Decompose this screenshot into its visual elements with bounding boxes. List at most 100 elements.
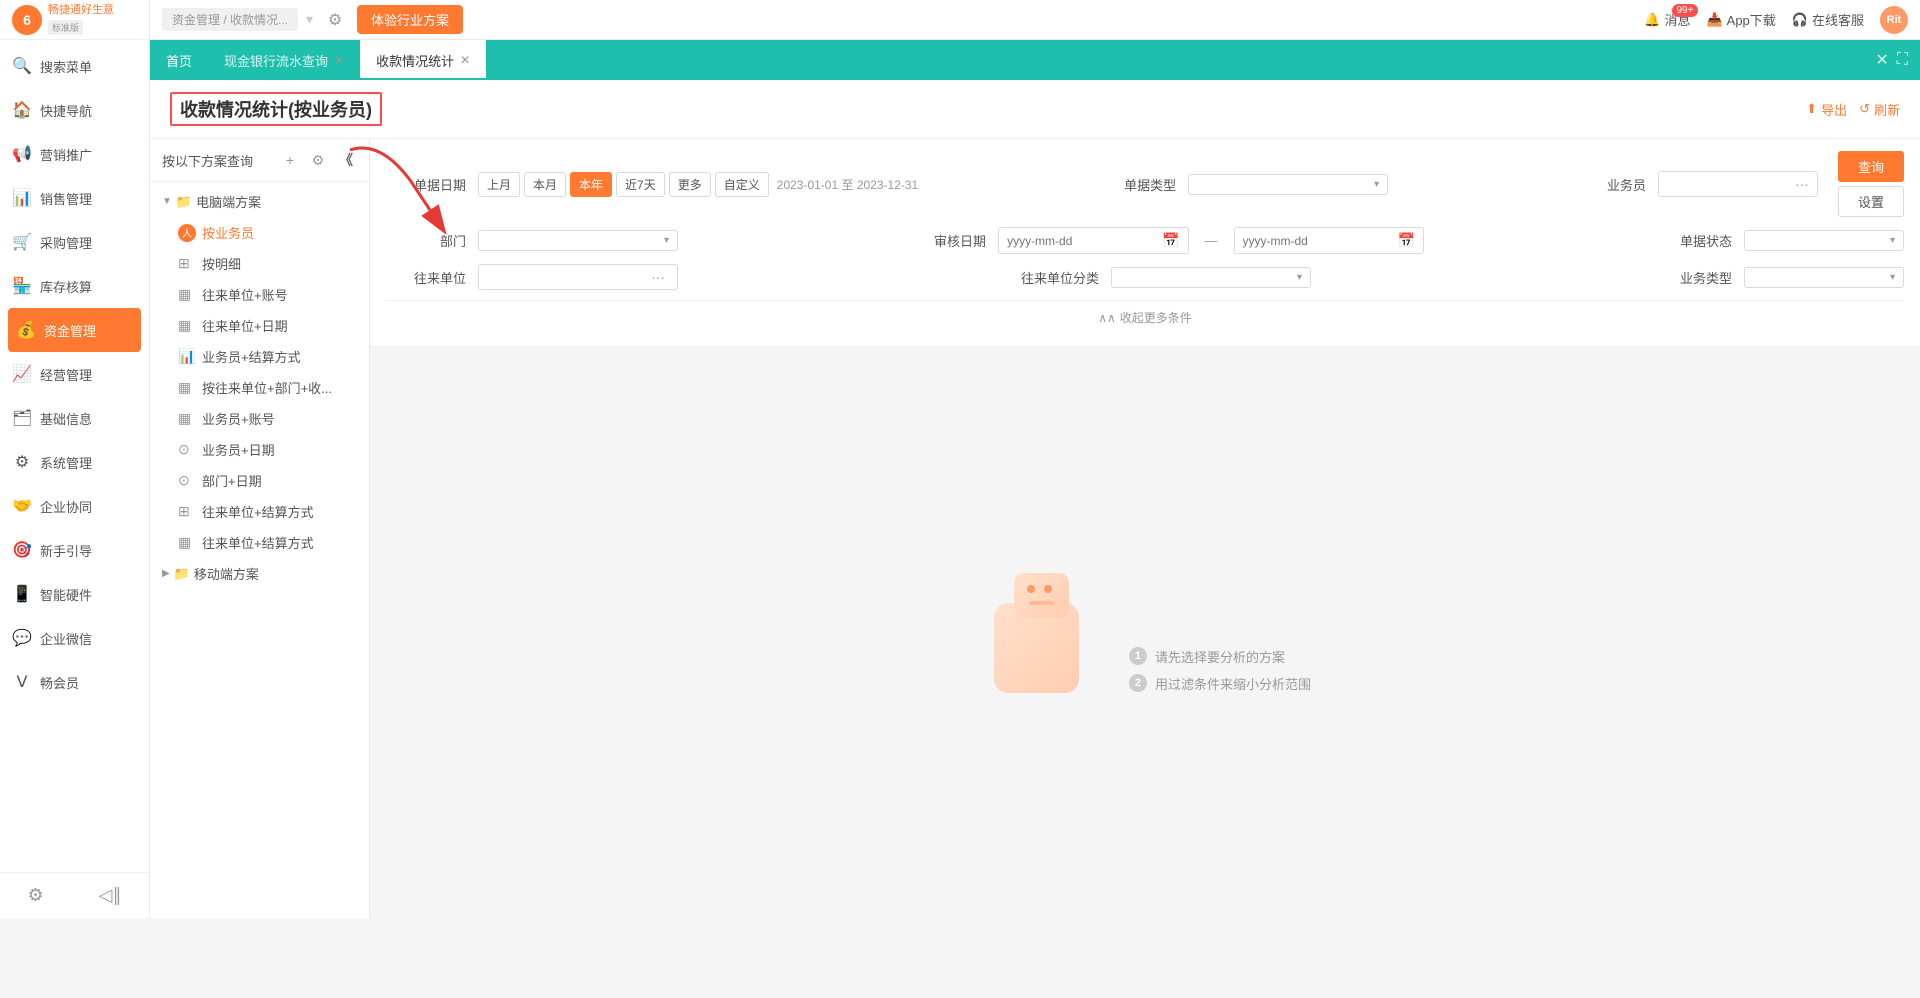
sidebar-item-search[interactable]: 🔍 搜索菜单 — [0, 44, 149, 88]
scheme-setting-button[interactable]: ⚙ — [307, 149, 329, 171]
tip-num-2: 2 — [1129, 674, 1147, 692]
salesperson-select[interactable]: ··· — [1658, 171, 1818, 197]
trial-button[interactable]: 体验行业方案 — [357, 5, 463, 34]
dept-select[interactable]: ▾ — [478, 230, 678, 251]
scheme-item-by-salesperson[interactable]: 人 按业务员 — [150, 217, 369, 248]
collapse-sidebar-icon[interactable]: ◁∥ — [91, 881, 130, 910]
app-edition: 标准版 — [48, 20, 83, 35]
review-date-label: 审核日期 — [906, 231, 986, 250]
logo-area: 6 畅捷通好生意 标准版 — [0, 0, 149, 40]
date-label: 单据日期 — [386, 175, 466, 194]
robot-head — [1014, 573, 1069, 618]
user-avatar[interactable]: Rit — [1880, 6, 1908, 34]
enterprise-icon: 🤝 — [12, 496, 32, 516]
refresh-button[interactable]: ↺ 刷新 — [1859, 100, 1900, 119]
doc-status-label: 单据状态 — [1652, 231, 1732, 250]
sidebar-item-enterprise[interactable]: 🤝 企业协同 — [0, 484, 149, 528]
settings-gear-icon[interactable]: ⚙ — [20, 881, 52, 910]
scheme-item-salesperson-date[interactable]: ⊙ 业务员+日期 — [150, 434, 369, 465]
sidebar-item-guide[interactable]: 🎯 新手引导 — [0, 528, 149, 572]
doc-type-select[interactable]: ▾ — [1188, 174, 1388, 195]
clock-icon-2: ⊙ — [178, 472, 196, 489]
scheme-item-partner-dept[interactable]: ▦ 按往来单位+部门+收... — [150, 372, 369, 403]
scheme-item-partner-date[interactable]: ▦ 往来单位+日期 — [150, 310, 369, 341]
window-close-icon[interactable]: ✕ — [1875, 50, 1888, 70]
scheme-item-salesperson-account[interactable]: ▦ 业务员+账号 — [150, 403, 369, 434]
data-area: 1 请先选择要分析的方案 2 用过滤条件来缩小分析范围 — [370, 347, 1920, 918]
scheme-item-detail[interactable]: ⊞ 按明细 — [150, 248, 369, 279]
date-btn-this-year[interactable]: 本年 — [570, 172, 612, 197]
refresh-icon: ↺ — [1859, 101, 1870, 117]
sidebar-item-member[interactable]: Ⅴ 畅会员 — [0, 660, 149, 704]
calendar-icon-1[interactable]: 📅 — [1162, 232, 1179, 249]
dept-arrow-icon: ▾ — [664, 235, 669, 246]
chart-icon: 📊 — [178, 348, 196, 365]
bell-icon: 🔔 — [1644, 12, 1660, 28]
sidebar-item-sales[interactable]: 📊 销售管理 — [0, 176, 149, 220]
tab-bank-flow[interactable]: 现金银行流水查询 ✕ — [208, 40, 360, 80]
partner-select[interactable]: ··· — [478, 264, 678, 290]
setting-button[interactable]: 设置 — [1838, 186, 1904, 217]
guide-icon: 🎯 — [12, 540, 32, 560]
review-date-to[interactable]: 📅 — [1234, 227, 1424, 254]
tab-bar: 首页 现金银行流水查询 ✕ 收款情况统计 ✕ ✕ ⛶ — [150, 40, 1920, 80]
tab-receipt-stats[interactable]: 收款情况统计 ✕ — [360, 40, 486, 80]
salesperson-dots[interactable]: ··· — [1795, 176, 1809, 192]
hardware-icon: 📱 — [12, 584, 32, 604]
tab-close-bank-flow[interactable]: ✕ — [334, 53, 344, 67]
empty-tips: 1 请先选择要分析的方案 2 用过滤条件来缩小分析范围 — [1129, 647, 1311, 693]
scheme-add-button[interactable]: + — [279, 149, 301, 171]
sidebar-item-operations[interactable]: 📈 经营管理 — [0, 352, 149, 396]
tab-home[interactable]: 首页 — [150, 40, 208, 80]
window-expand-icon[interactable]: ⛶ — [1897, 51, 1908, 69]
online-service-button[interactable]: 🎧 在线客服 — [1792, 10, 1864, 29]
sidebar-item-hardware[interactable]: 📱 智能硬件 — [0, 572, 149, 616]
sidebar-item-finance[interactable]: 💰 资金管理 — [8, 308, 141, 352]
export-button[interactable]: ⬆ 导出 — [1806, 100, 1847, 119]
scheme-item-salesperson-payment[interactable]: 📊 业务员+结算方式 — [150, 341, 369, 372]
date-btn-7days[interactable]: 近7天 — [616, 172, 665, 197]
robot-mouth — [1029, 601, 1054, 605]
business-type-select[interactable]: ▾ — [1744, 267, 1904, 288]
sidebar-item-quicknav[interactable]: 🏠 快捷导航 — [0, 88, 149, 132]
table-icon-5: ▦ — [178, 534, 196, 551]
page-title: 收款情况统计(按业务员) — [170, 92, 382, 126]
sidebar-item-purchase[interactable]: 🛒 采购管理 — [0, 220, 149, 264]
sidebar-item-wechat[interactable]: 💬 企业微信 — [0, 616, 149, 660]
query-button[interactable]: 查询 — [1838, 151, 1904, 182]
app-download-button[interactable]: 📥 App下载 — [1706, 10, 1775, 29]
scheme-group-mobile-title[interactable]: ▶ 📁 移动端方案 — [150, 558, 369, 589]
scheme-group-desktop-title[interactable]: ▼ 📁 电脑端方案 — [150, 186, 369, 217]
date-btn-this-month[interactable]: 本月 — [524, 172, 566, 197]
message-button[interactable]: 🔔 消息 99+ — [1644, 10, 1690, 29]
scheme-collapse-button[interactable]: 《 — [335, 149, 357, 171]
filter-row-1: 单据日期 上月 本月 本年 近7天 更多 自定义 2023-01-01 至 20… — [386, 151, 1904, 217]
doc-status-select[interactable]: ▾ — [1744, 230, 1904, 251]
finance-icon: 💰 — [16, 320, 36, 340]
settings-icon[interactable]: ⚙ — [321, 6, 349, 34]
tab-close-receipt-stats[interactable]: ✕ — [460, 53, 470, 67]
date-btn-more[interactable]: 更多 — [669, 172, 711, 197]
scheme-title: 按以下方案查询 — [162, 151, 253, 170]
breadcrumb[interactable]: 资金管理 / 收款情况... — [162, 8, 298, 31]
sidebar-item-marketing[interactable]: 📢 营销推广 — [0, 132, 149, 176]
robot-eye-right — [1044, 585, 1052, 593]
partner-dots[interactable]: ··· — [651, 269, 665, 285]
headset-icon: 🎧 — [1792, 12, 1808, 28]
calendar-icon-2[interactable]: 📅 — [1398, 232, 1415, 249]
sales-icon: 📊 — [12, 188, 32, 208]
scheme-item-dept-date[interactable]: ⊙ 部门+日期 — [150, 465, 369, 496]
partner-category-select[interactable]: ▾ — [1111, 267, 1311, 288]
scheme-item-partner-payment-1[interactable]: ⊞ 往来单位+结算方式 — [150, 496, 369, 527]
tip-item-1: 1 请先选择要分析的方案 — [1129, 647, 1311, 666]
sidebar-item-system[interactable]: ⚙ 系统管理 — [0, 440, 149, 484]
scheme-item-partner-account[interactable]: ▦ 往来单位+账号 — [150, 279, 369, 310]
review-date-from[interactable]: 📅 — [998, 227, 1188, 254]
sidebar-item-inventory[interactable]: 🏪 库存核算 — [0, 264, 149, 308]
scheme-item-partner-payment-2[interactable]: ▦ 往来单位+结算方式 — [150, 527, 369, 558]
scheme-header: 按以下方案查询 + ⚙ 《 — [150, 139, 369, 182]
date-btn-custom[interactable]: 自定义 — [715, 172, 769, 197]
collapse-more-button[interactable]: ∧∧ 收起更多条件 — [386, 300, 1904, 334]
date-btn-last-month[interactable]: 上月 — [478, 172, 520, 197]
sidebar-item-basic[interactable]: 🗂 基础信息 — [0, 396, 149, 440]
